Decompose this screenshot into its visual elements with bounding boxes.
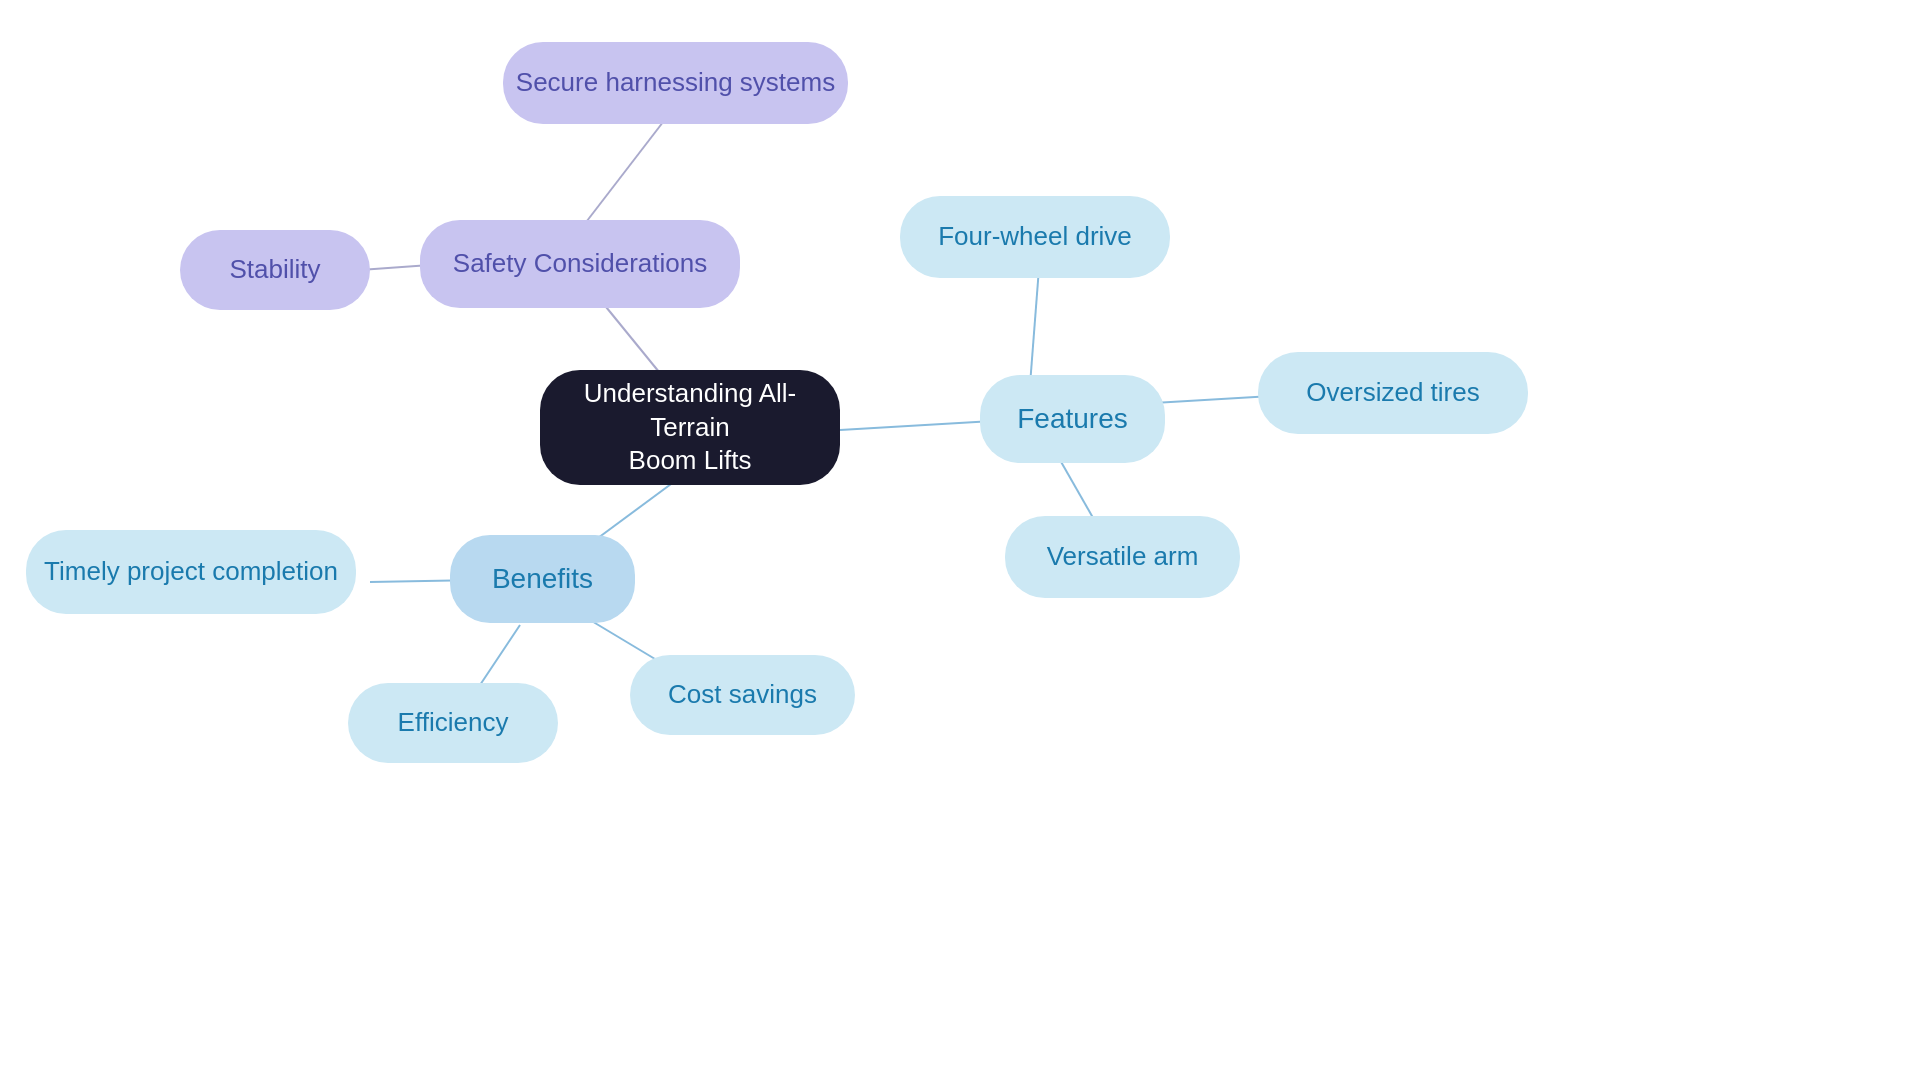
secure-harnessing-node: Secure harnessing systems: [503, 42, 848, 124]
cost-savings-node: Cost savings: [630, 655, 855, 735]
features-label: Features: [1007, 401, 1138, 437]
oversized-tires-node: Oversized tires: [1258, 352, 1528, 434]
stability-label: Stability: [219, 253, 330, 287]
efficiency-label: Efficiency: [388, 706, 519, 740]
stability-node: Stability: [180, 230, 370, 310]
safety-label: Safety Considerations: [443, 247, 717, 281]
features-node: Features: [980, 375, 1165, 463]
cost-savings-label: Cost savings: [658, 678, 827, 712]
secure-harnessing-label: Secure harnessing systems: [506, 66, 845, 100]
benefits-node: Benefits: [450, 535, 635, 623]
timely-label: Timely project completion: [34, 555, 348, 589]
versatile-arm-node: Versatile arm: [1005, 516, 1240, 598]
benefits-label: Benefits: [482, 561, 603, 597]
four-wheel-drive-node: Four-wheel drive: [900, 196, 1170, 278]
safety-considerations-node: Safety Considerations: [420, 220, 740, 308]
four-wheel-label: Four-wheel drive: [928, 220, 1142, 254]
center-node: Understanding All-Terrain Boom Lifts: [540, 370, 840, 485]
timely-project-node: Timely project completion: [26, 530, 356, 614]
center-label: Understanding All-Terrain Boom Lifts: [540, 377, 840, 478]
oversized-tires-label: Oversized tires: [1296, 376, 1489, 410]
versatile-arm-label: Versatile arm: [1037, 540, 1209, 574]
efficiency-node: Efficiency: [348, 683, 558, 763]
